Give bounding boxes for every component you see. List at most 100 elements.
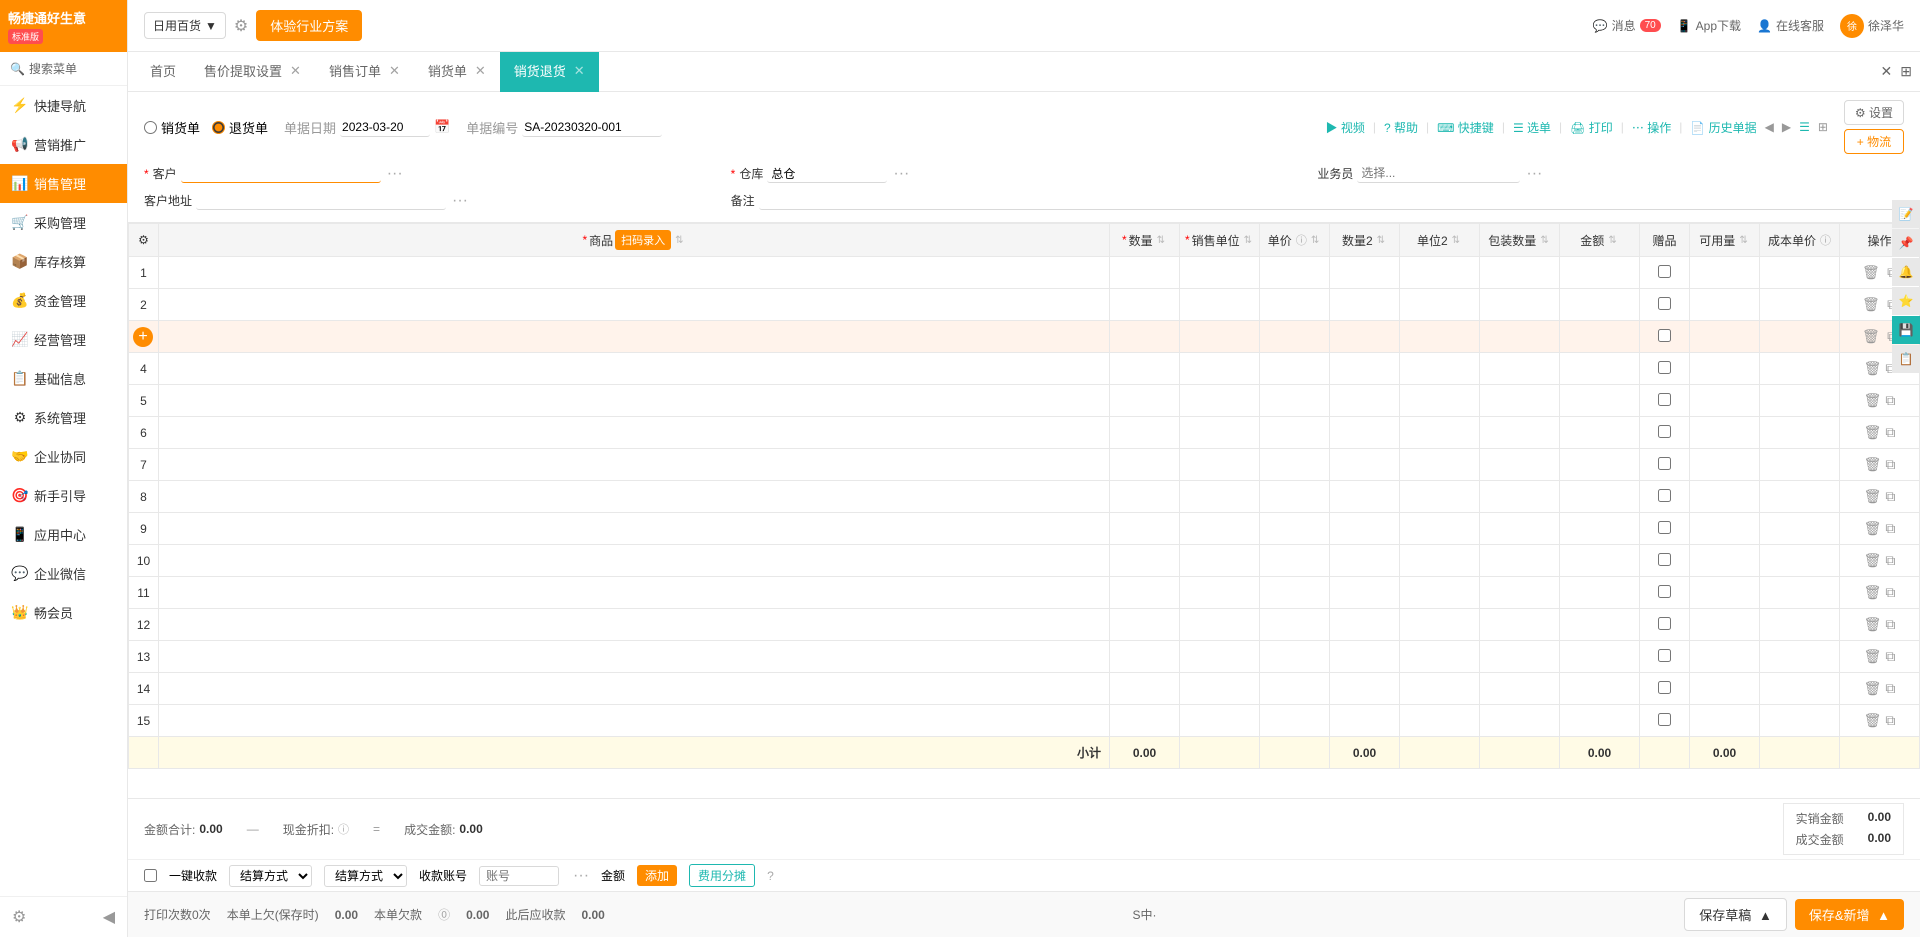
tab-sales-delivery-close[interactable]: ✕ xyxy=(475,63,486,79)
row-1-available[interactable] xyxy=(1690,257,1760,289)
row-1-product[interactable] xyxy=(159,257,1110,289)
split-btn[interactable]: 费用分摊 xyxy=(689,864,755,887)
row-3-delete-btn[interactable]: 🗑 xyxy=(1862,328,1880,345)
discount-info-icon[interactable]: ⓘ xyxy=(338,821,349,837)
row-2-price[interactable] xyxy=(1260,289,1330,321)
row-1-unit[interactable] xyxy=(1180,257,1260,289)
row-2-costprice[interactable] xyxy=(1760,289,1840,321)
tab-menu-icon[interactable]: ⊞ xyxy=(1900,63,1912,80)
sort-icon-unit[interactable]: ⇅ xyxy=(1244,235,1252,246)
row-3-product-input[interactable] xyxy=(163,328,1105,346)
sidebar-item-quick-nav[interactable]: ⚡ 快捷导航 xyxy=(0,86,127,125)
right-btn-2[interactable]: 📌 xyxy=(1892,229,1920,257)
warehouse-input[interactable] xyxy=(767,164,887,183)
row-2-unit2[interactable] xyxy=(1400,289,1480,321)
tab-price-setup-close[interactable]: ✕ xyxy=(290,63,301,79)
user-item[interactable]: 徐 徐泽华 xyxy=(1840,14,1904,38)
sidebar-item-marketing[interactable]: 📢 营销推广 xyxy=(0,125,127,164)
sort-icon-amount[interactable]: ⇅ xyxy=(1608,235,1616,246)
row-1-delete-btn[interactable]: 🗑 xyxy=(1862,264,1880,281)
row-3-unit2[interactable] xyxy=(1400,321,1480,353)
add-payment-btn[interactable]: 添加 xyxy=(637,865,677,886)
row-2-qty2[interactable] xyxy=(1330,289,1400,321)
toolbar-select[interactable]: ☰ 选单 xyxy=(1513,119,1551,136)
settle-select[interactable]: 结算方式 xyxy=(229,865,312,887)
toolbar-history[interactable]: 📄 历史单据 xyxy=(1690,119,1756,136)
toolbar-ops[interactable]: ⋯ 操作 xyxy=(1632,119,1671,136)
tab-sales-delivery[interactable]: 销货单 ✕ xyxy=(414,52,500,92)
save-draft-btn[interactable]: 保存草稿 ▲ xyxy=(1684,898,1787,931)
sidebar-item-wechat[interactable]: 💬 企业微信 xyxy=(0,554,127,593)
sort-icon-qty2[interactable]: ⇅ xyxy=(1377,235,1385,246)
row-3-pkg[interactable] xyxy=(1480,321,1560,353)
right-btn-4[interactable]: ⭐ xyxy=(1892,287,1920,315)
radio-return-input[interactable] xyxy=(212,121,225,134)
save-draft-dropdown-icon[interactable]: ▲ xyxy=(1759,908,1772,923)
copy-btn[interactable]: ⧉ xyxy=(1885,648,1895,665)
toolbar-video[interactable]: ▶ 视频 xyxy=(1326,119,1365,136)
row-2-unit[interactable] xyxy=(1180,289,1260,321)
logistics-btn[interactable]: + 物流 xyxy=(1844,129,1904,154)
del-btn[interactable]: 🗑 xyxy=(1864,552,1882,569)
app-download-item[interactable]: 📱 App下载 xyxy=(1677,17,1741,34)
radio-sales[interactable]: 销货单 xyxy=(144,118,200,137)
copy-btn[interactable]: ⧉ xyxy=(1885,616,1895,633)
row-2-delete-btn[interactable]: 🗑 xyxy=(1862,296,1880,313)
right-btn-5-active[interactable]: 💾 xyxy=(1892,316,1920,344)
row-3-costprice[interactable] xyxy=(1760,321,1840,353)
doc-num-input[interactable] xyxy=(522,118,662,137)
right-btn-6[interactable]: 📋 xyxy=(1892,345,1920,373)
copy-btn[interactable]: ⧉ xyxy=(1885,520,1895,537)
warehouse-more-icon[interactable]: ··· xyxy=(893,165,909,183)
toolbar-help[interactable]: ? 帮助 xyxy=(1384,119,1418,136)
customer-more-icon[interactable]: ··· xyxy=(387,165,403,183)
settings-icon[interactable]: ⚙ xyxy=(12,907,26,927)
date-input[interactable] xyxy=(340,118,430,137)
experience-btn[interactable]: 体验行业方案 xyxy=(256,10,362,41)
del-btn[interactable]: 🗑 xyxy=(1864,392,1882,409)
sidebar-item-operations[interactable]: 📈 经营管理 xyxy=(0,320,127,359)
copy-btn[interactable]: ⧉ xyxy=(1885,488,1895,505)
remark-input[interactable] xyxy=(759,191,1904,210)
price-info-icon[interactable]: ⓘ xyxy=(1296,232,1307,248)
row-1-amount[interactable] xyxy=(1560,257,1640,289)
row-1-qty[interactable] xyxy=(1110,257,1180,289)
toolbar-print[interactable]: 🖨 打印 xyxy=(1570,119,1613,136)
scan-btn[interactable]: 扫码录入 xyxy=(615,230,671,250)
account-more-icon[interactable]: ··· xyxy=(573,867,589,885)
row-3-add-btn[interactable]: + xyxy=(129,321,159,353)
salesperson-input[interactable] xyxy=(1357,164,1520,183)
calendar-icon[interactable]: 📅 xyxy=(434,119,450,135)
toolbar-shortcut[interactable]: ⌨ 快捷键 xyxy=(1437,119,1494,136)
tab-sales-order[interactable]: 销售订单 ✕ xyxy=(315,52,414,92)
row-3-unit[interactable] xyxy=(1180,321,1260,353)
address-more-icon[interactable]: ··· xyxy=(452,192,468,210)
online-service-item[interactable]: 👤 在线客服 xyxy=(1757,17,1824,34)
del-btn[interactable]: 🗑 xyxy=(1864,648,1882,665)
copy-btn[interactable]: ⧉ xyxy=(1885,712,1895,729)
add-row-icon[interactable]: + xyxy=(133,327,153,347)
right-btn-1[interactable]: 📝 xyxy=(1892,200,1920,228)
row-3-gift[interactable] xyxy=(1640,321,1690,353)
nav-prev[interactable]: ◀ xyxy=(1765,120,1774,134)
sort-icon-qty[interactable]: ⇅ xyxy=(1157,235,1165,246)
view-list-icon[interactable]: ☰ xyxy=(1799,120,1810,134)
del-btn[interactable]: 🗑 xyxy=(1864,488,1882,505)
row-3-price[interactable] xyxy=(1260,321,1330,353)
row-2-gift-checkbox[interactable] xyxy=(1658,297,1671,310)
account-input[interactable] xyxy=(479,866,559,886)
sidebar-item-enterprise[interactable]: 🤝 企业协同 xyxy=(0,437,127,476)
message-item[interactable]: 💬 消息 70 xyxy=(1593,17,1661,34)
tab-close-all-icon[interactable]: ✕ xyxy=(1881,63,1893,80)
sidebar-item-search[interactable]: 🔍 搜索菜单 xyxy=(0,52,127,86)
sort-icon-product[interactable]: ⇅ xyxy=(675,235,683,246)
setting-btn[interactable]: ⚙ 设置 xyxy=(1844,100,1904,125)
save-new-btn[interactable]: 保存&新增 ▲ xyxy=(1795,899,1904,930)
sidebar-item-member[interactable]: 👑 畅会员 xyxy=(0,593,127,632)
del-btn[interactable]: 🗑 xyxy=(1864,712,1882,729)
row-1-gift[interactable] xyxy=(1640,257,1690,289)
category-selector[interactable]: 日用百货 ▼ xyxy=(144,12,226,39)
address-input[interactable] xyxy=(196,191,446,210)
nav-next[interactable]: ▶ xyxy=(1782,120,1791,134)
customer-input[interactable] xyxy=(181,164,381,183)
